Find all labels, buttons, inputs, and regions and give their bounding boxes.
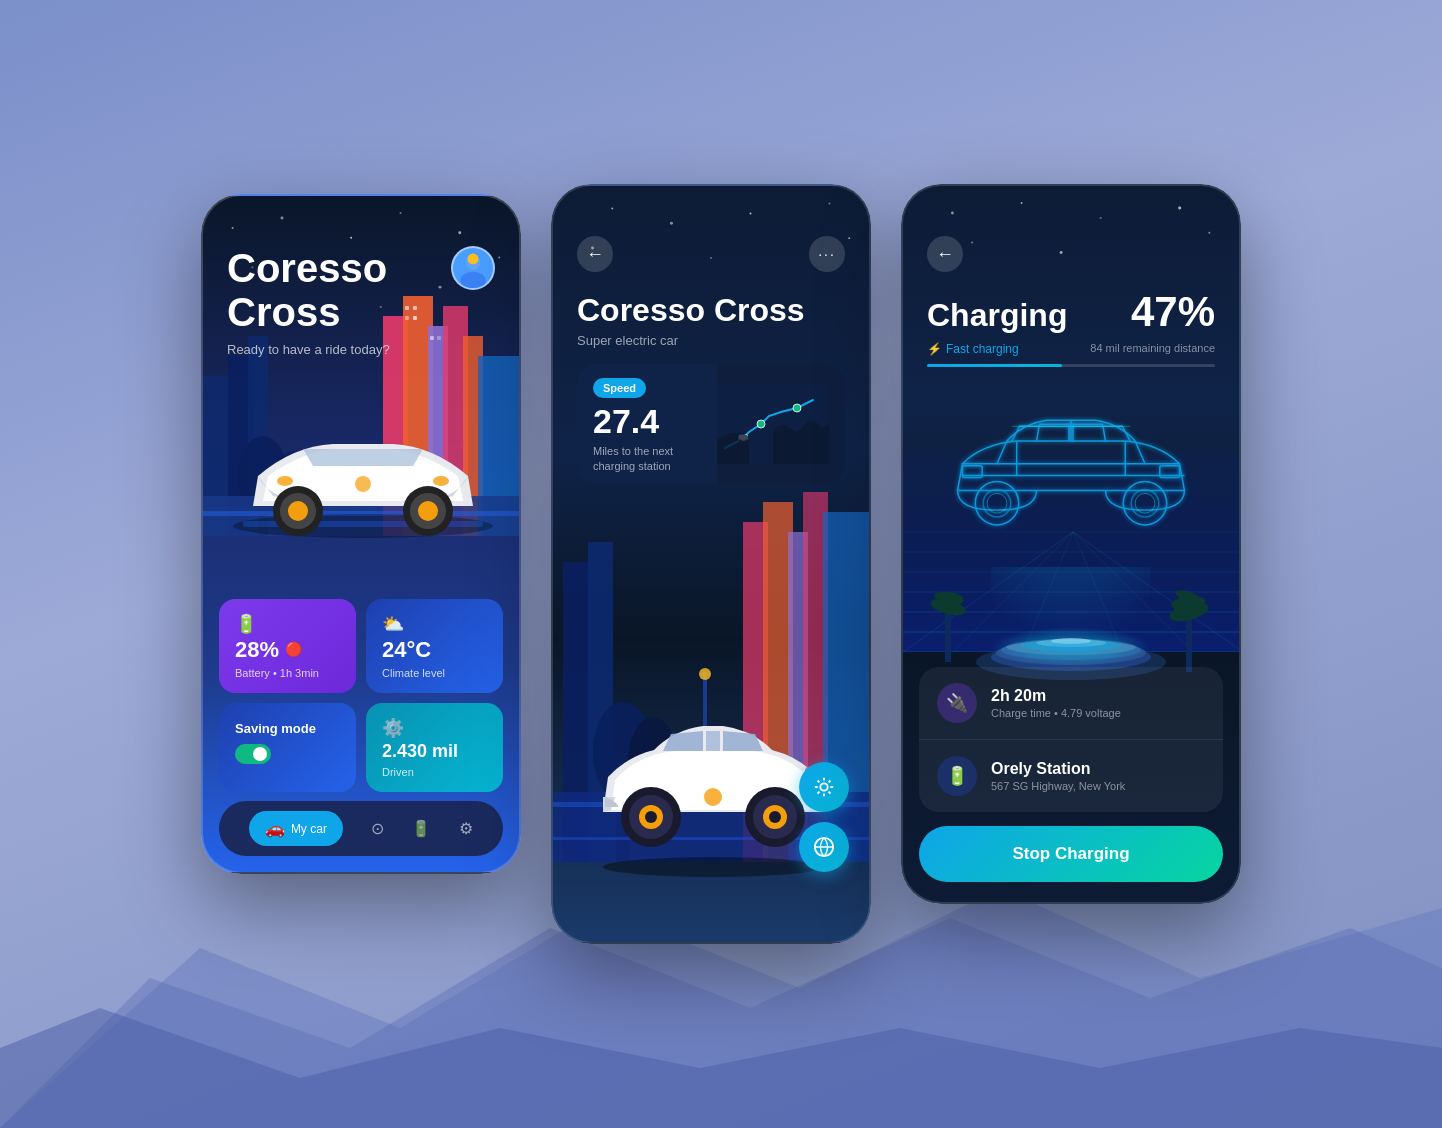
bottom-navigation: 🚗 My car ⊙ 🔋 ⚙ bbox=[219, 801, 503, 856]
charging-row: Charging 47% bbox=[927, 288, 1215, 336]
svg-point-134 bbox=[975, 482, 1018, 525]
svg-point-71 bbox=[603, 857, 823, 877]
fast-charging-label: ⚡ Fast charging bbox=[927, 342, 1019, 356]
nav-my-car-label: My car bbox=[291, 822, 327, 836]
right-back-button[interactable]: ← bbox=[927, 236, 963, 272]
charge-station-row: 🔋 Orely Station 567 SG Highway, New York bbox=[919, 740, 1223, 812]
svg-point-73 bbox=[704, 788, 722, 806]
charge-time-icon: 🔌 bbox=[937, 683, 977, 723]
svg-point-84 bbox=[757, 420, 765, 428]
svg-point-43 bbox=[433, 476, 449, 486]
svg-point-85 bbox=[793, 404, 801, 412]
globe-icon bbox=[813, 836, 835, 858]
nav-settings[interactable]: ⊙ bbox=[371, 819, 384, 838]
svg-point-44 bbox=[355, 476, 371, 492]
stop-charging-label: Stop Charging bbox=[1012, 844, 1129, 863]
battery-card: 🔋 28% 🔴 Battery • 1h 3min bbox=[219, 599, 356, 693]
battery-charging-icon: 🔌 bbox=[946, 692, 968, 714]
charge-progress-fill bbox=[927, 364, 1062, 367]
filter-nav-icon: ⚙ bbox=[459, 819, 473, 838]
speed-value: 27.4 bbox=[593, 404, 705, 438]
charge-time-info: 2h 20m Charge time • 4.79 voltage bbox=[991, 687, 1121, 719]
speed-section: Speed 27.4 Miles to the next charging st… bbox=[593, 378, 705, 475]
center-phone: ← ··· Coresso Cross Super electric car S… bbox=[551, 184, 871, 944]
float-action-button-2[interactable] bbox=[799, 822, 849, 872]
charging-meta: ⚡ Fast charging 84 mil remaining distanc… bbox=[927, 342, 1215, 356]
driven-label: Driven bbox=[382, 766, 487, 778]
title-line2: Cross bbox=[227, 290, 495, 334]
center-car-type: Super electric car bbox=[577, 333, 845, 348]
charging-info-card: 🔌 2h 20m Charge time • 4.79 voltage 🔋 Or… bbox=[919, 667, 1223, 812]
stats-grid: 🔋 28% 🔴 Battery • 1h 3min ⛅ 24°C Climate… bbox=[219, 599, 503, 792]
speed-map-card: Speed 27.4 Miles to the next charging st… bbox=[577, 364, 845, 484]
remaining-distance: 84 mil remaining distance bbox=[1090, 342, 1215, 356]
right-phone: ← Charging 47% ⚡ Fast charging 84 mil re… bbox=[901, 184, 1241, 904]
battery-label: Battery • 1h 3min bbox=[235, 667, 340, 679]
nav-filters[interactable]: ⚙ bbox=[459, 819, 473, 838]
app-subtitle: Ready to have a ride today? bbox=[227, 342, 495, 357]
battery-icon: 🔋 bbox=[235, 613, 340, 635]
saving-mode-label: Saving mode bbox=[235, 721, 340, 736]
center-phone-header: ← ··· bbox=[553, 186, 869, 272]
back-button[interactable]: ← bbox=[577, 236, 613, 272]
nav-my-car[interactable]: 🚗 My car bbox=[249, 811, 343, 846]
svg-point-41 bbox=[418, 501, 438, 521]
left-phone: Coresso Cross Ready to have a ride today… bbox=[201, 194, 521, 874]
svg-rect-112 bbox=[1186, 612, 1192, 672]
svg-point-130 bbox=[991, 627, 1151, 667]
svg-point-136 bbox=[1123, 482, 1166, 525]
svg-point-77 bbox=[645, 811, 657, 823]
map-section bbox=[717, 378, 829, 470]
battery-value: 28% bbox=[235, 637, 279, 663]
app-title: Coresso Cross bbox=[227, 246, 495, 334]
climate-icon: ⛅ bbox=[382, 613, 487, 635]
station-info: Orely Station 567 SG Highway, New York bbox=[991, 760, 1125, 792]
speed-description: Miles to the next charging station bbox=[593, 444, 705, 475]
title-line1: Coresso bbox=[227, 246, 495, 290]
driven-value: 2.430 mil bbox=[382, 741, 487, 762]
charging-title: Charging bbox=[927, 297, 1067, 334]
svg-point-42 bbox=[277, 476, 293, 486]
more-options-button[interactable]: ··· bbox=[809, 236, 845, 272]
charge-time-row: 🔌 2h 20m Charge time • 4.79 voltage bbox=[919, 667, 1223, 740]
fast-charging-text: Fast charging bbox=[946, 342, 1019, 356]
driven-card: ⚙️ 2.430 mil Driven bbox=[366, 703, 503, 792]
left-phone-header: Coresso Cross Ready to have a ride today… bbox=[203, 196, 519, 373]
station-address: 567 SG Highway, New York bbox=[991, 780, 1125, 792]
charge-nav-icon: 🔋 bbox=[411, 819, 431, 838]
svg-point-89 bbox=[820, 783, 827, 790]
main-scene: Coresso Cross Ready to have a ride today… bbox=[0, 0, 1442, 1128]
svg-point-38 bbox=[288, 501, 308, 521]
lightning-icon: ⚡ bbox=[927, 342, 942, 356]
charge-time-meta: Charge time • 4.79 voltage bbox=[991, 707, 1121, 719]
station-icon: 🔋 bbox=[946, 765, 968, 787]
svg-point-81 bbox=[769, 811, 781, 823]
stop-charging-button[interactable]: Stop Charging bbox=[919, 826, 1223, 882]
station-name: Orely Station bbox=[991, 760, 1125, 778]
climate-value: 24°C bbox=[382, 637, 487, 663]
center-car-name: Coresso Cross bbox=[577, 292, 845, 329]
saving-mode-toggle[interactable] bbox=[235, 744, 271, 764]
gear-icon bbox=[813, 776, 835, 798]
station-icon-wrap: 🔋 bbox=[937, 756, 977, 796]
car-nav-icon: 🚗 bbox=[265, 819, 285, 838]
charging-percentage: 47% bbox=[1131, 288, 1215, 336]
climate-label: Climate level bbox=[382, 667, 487, 679]
svg-rect-117 bbox=[945, 607, 951, 662]
float-action-button-1[interactable] bbox=[799, 762, 849, 812]
charge-progress-bar bbox=[927, 364, 1215, 367]
wireframe-car bbox=[923, 346, 1219, 546]
center-title-section: Coresso Cross Super electric car bbox=[553, 272, 869, 348]
settings-nav-icon: ⊙ bbox=[371, 819, 384, 838]
saving-mode-card: Saving mode bbox=[219, 703, 356, 792]
odometer-icon: ⚙️ bbox=[382, 717, 487, 739]
route-map bbox=[717, 378, 829, 470]
charge-time-value: 2h 20m bbox=[991, 687, 1121, 705]
speed-badge: Speed bbox=[593, 378, 646, 398]
nav-charge[interactable]: 🔋 bbox=[411, 819, 431, 838]
battery-alert-icon: 🔴 bbox=[285, 641, 302, 657]
right-phone-header: ← Charging 47% ⚡ Fast charging 84 mil re… bbox=[903, 186, 1239, 367]
climate-card: ⛅ 24°C Climate level bbox=[366, 599, 503, 693]
